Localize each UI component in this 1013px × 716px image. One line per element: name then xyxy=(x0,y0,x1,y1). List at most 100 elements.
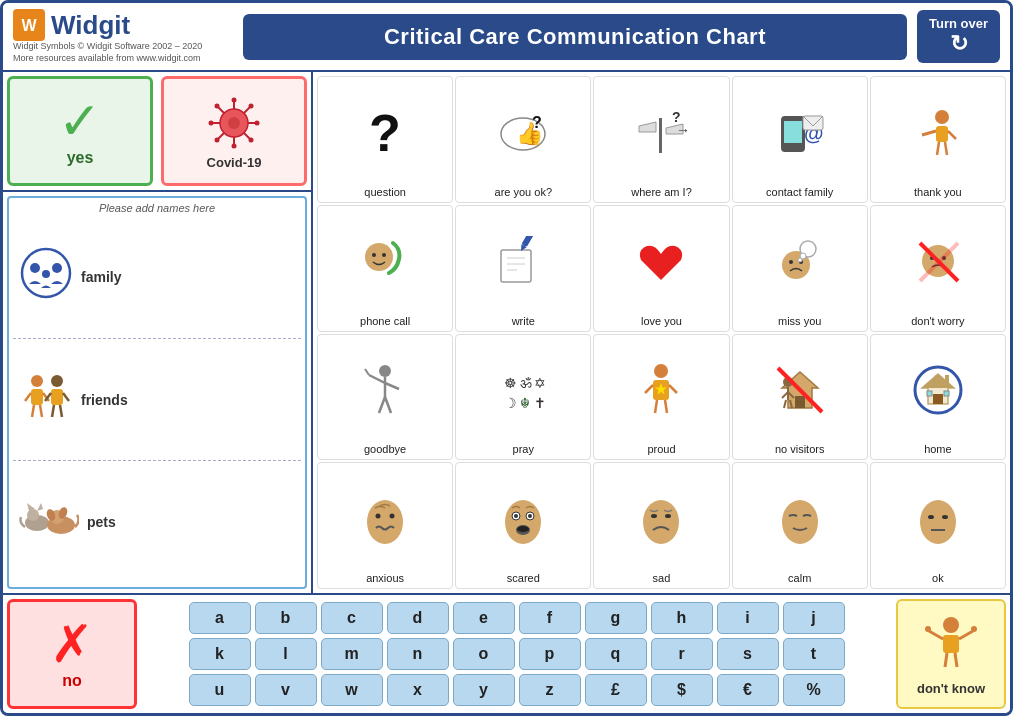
bottom-row: ✗ no a b c d e f g h i j k l m n o xyxy=(3,593,1010,713)
key-q[interactable]: q xyxy=(585,638,647,670)
ok-icon xyxy=(913,467,963,570)
key-r[interactable]: r xyxy=(651,638,713,670)
svg-rect-118 xyxy=(945,375,949,383)
right-grid: ? question 👍 ? xyxy=(313,72,1010,593)
svg-point-22 xyxy=(52,263,62,273)
logo-sub: Widgit Symbols © Widgit Software 2002 – … xyxy=(13,41,233,64)
symbol-proud: proud xyxy=(593,334,729,461)
key-w[interactable]: w xyxy=(321,674,383,706)
key-l[interactable]: l xyxy=(255,638,317,670)
svg-line-109 xyxy=(784,400,786,408)
svg-point-7 xyxy=(232,143,237,148)
svg-point-128 xyxy=(517,526,529,532)
svg-point-133 xyxy=(920,500,956,544)
symbol-missyou: miss you xyxy=(732,205,868,332)
svg-text:☽: ☽ xyxy=(504,395,517,411)
home-label: home xyxy=(924,443,952,455)
svg-marker-49 xyxy=(639,122,656,132)
main-content: ✓ yes xyxy=(3,72,1010,593)
key-k[interactable]: k xyxy=(189,638,251,670)
dontworry-label: don't worry xyxy=(911,315,964,327)
key-j[interactable]: j xyxy=(783,602,845,634)
anxious-label: anxious xyxy=(366,572,404,584)
whereami-label: where am I? xyxy=(631,186,692,198)
svg-rect-48 xyxy=(659,118,662,153)
write-label: write xyxy=(512,315,535,327)
svg-line-59 xyxy=(922,131,936,135)
thankyou-icon xyxy=(914,81,962,184)
key-dollar[interactable]: $ xyxy=(651,674,713,706)
novisitors-label: no visitors xyxy=(775,443,825,455)
key-pound[interactable]: £ xyxy=(585,674,647,706)
key-e[interactable]: e xyxy=(453,602,515,634)
key-t[interactable]: t xyxy=(783,638,845,670)
svg-rect-58 xyxy=(936,126,948,142)
key-v[interactable]: v xyxy=(255,674,317,706)
svg-line-14 xyxy=(244,107,250,113)
svg-line-87 xyxy=(385,383,399,389)
pets-item: pets xyxy=(13,461,301,583)
key-p[interactable]: p xyxy=(519,638,581,670)
svg-point-65 xyxy=(382,253,386,257)
anxious-icon xyxy=(360,467,410,570)
svg-point-73 xyxy=(789,260,793,264)
pray-icon: ☸ ॐ ✡ ☽ ☬ ✝ xyxy=(496,339,550,442)
pray-label: pray xyxy=(513,443,534,455)
svg-line-139 xyxy=(929,631,943,639)
page-title: Critical Care Communication Chart xyxy=(243,14,907,60)
svg-line-144 xyxy=(955,653,957,667)
svg-line-101 xyxy=(655,400,657,413)
svg-text:✡: ✡ xyxy=(534,375,546,391)
turn-over-button[interactable]: Turn over ↻ xyxy=(917,10,1000,63)
svg-line-18 xyxy=(244,133,250,139)
yes-label: yes xyxy=(67,149,94,167)
sad-label: sad xyxy=(653,572,671,584)
key-g[interactable]: g xyxy=(585,602,647,634)
key-z[interactable]: z xyxy=(519,674,581,706)
svg-point-77 xyxy=(798,258,802,262)
key-s[interactable]: s xyxy=(717,638,779,670)
symbol-ok: ok xyxy=(870,462,1006,589)
goodbye-label: goodbye xyxy=(364,443,406,455)
family-label: family xyxy=(81,269,121,285)
key-o[interactable]: o xyxy=(453,638,515,670)
svg-line-33 xyxy=(63,393,69,401)
key-euro[interactable]: € xyxy=(717,674,779,706)
key-u[interactable]: u xyxy=(189,674,251,706)
symbol-dontworry: don't worry xyxy=(870,205,1006,332)
yes-covid-row: ✓ yes xyxy=(3,72,311,192)
key-y[interactable]: y xyxy=(453,674,515,706)
key-c[interactable]: c xyxy=(321,602,383,634)
key-x[interactable]: x xyxy=(387,674,449,706)
key-m[interactable]: m xyxy=(321,638,383,670)
key-n[interactable]: n xyxy=(387,638,449,670)
key-d[interactable]: d xyxy=(387,602,449,634)
no-cross-icon: ✗ xyxy=(50,618,94,670)
key-f[interactable]: f xyxy=(519,602,581,634)
svg-line-35 xyxy=(60,405,62,417)
key-percent[interactable]: % xyxy=(783,674,845,706)
svg-point-5 xyxy=(232,97,237,102)
symbol-novisitors: no visitors xyxy=(732,334,868,461)
family-item: family xyxy=(13,216,301,339)
calm-label: calm xyxy=(788,572,811,584)
key-h[interactable]: h xyxy=(651,602,713,634)
svg-line-34 xyxy=(52,405,54,417)
svg-point-119 xyxy=(367,500,403,544)
svg-line-29 xyxy=(40,405,42,417)
key-i[interactable]: i xyxy=(717,602,779,634)
symbol-goodbye: goodbye xyxy=(317,334,453,461)
svg-line-60 xyxy=(948,131,956,139)
svg-line-99 xyxy=(645,385,653,393)
scared-icon xyxy=(498,467,548,570)
key-b[interactable]: b xyxy=(255,602,317,634)
svg-line-100 xyxy=(669,385,677,393)
contactfamily-label: contact family xyxy=(766,186,833,198)
svg-point-19 xyxy=(249,137,254,142)
svg-rect-104 xyxy=(795,396,805,408)
covid-label: Covid-19 xyxy=(207,155,262,170)
contactfamily-icon: @ xyxy=(773,81,827,184)
svg-point-15 xyxy=(249,103,254,108)
key-a[interactable]: a xyxy=(189,602,251,634)
dont-know-label: don't know xyxy=(917,681,985,696)
